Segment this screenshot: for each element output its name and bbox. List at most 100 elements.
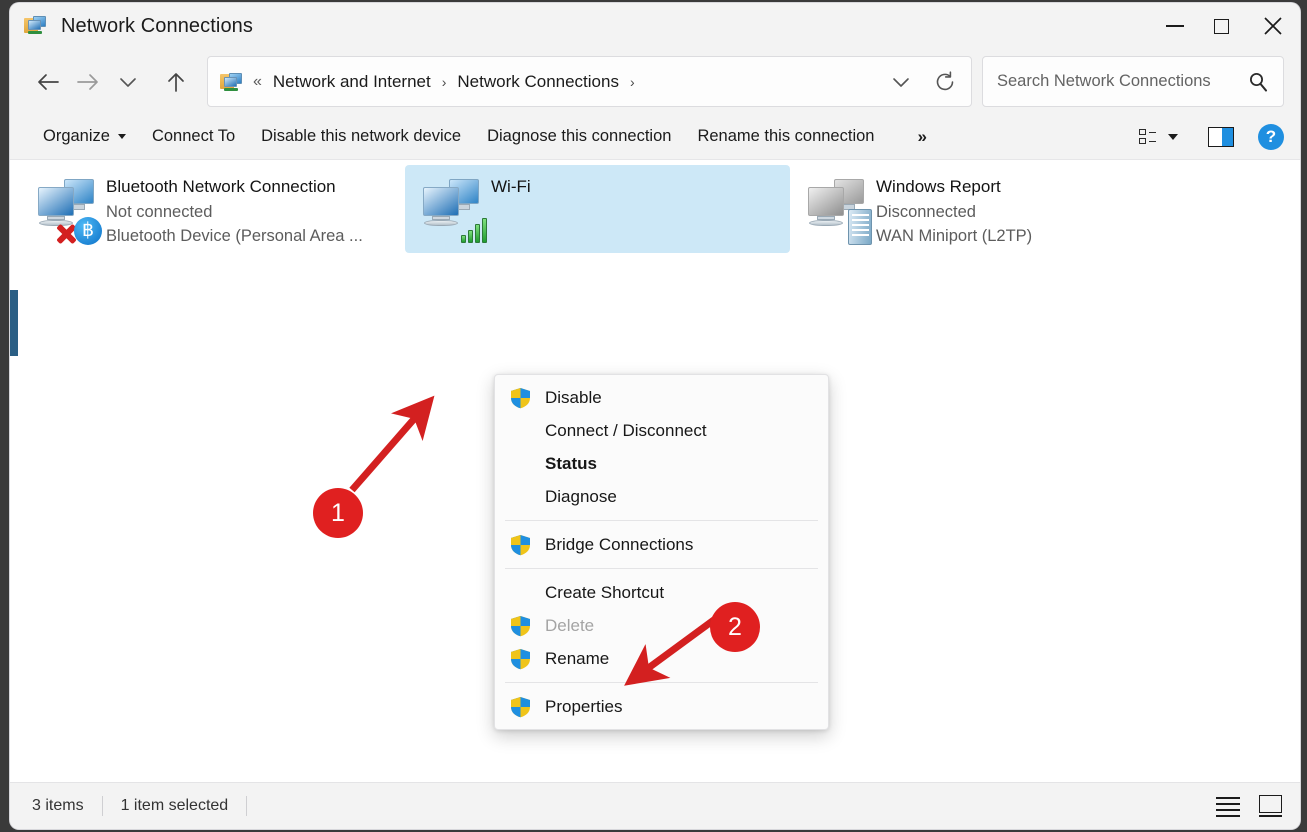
- chevron-down-icon: [120, 77, 136, 87]
- breadcrumb-network-connections[interactable]: Network Connections: [455, 68, 621, 96]
- shield-icon: [509, 387, 532, 409]
- context-menu-item-rename[interactable]: Rename: [495, 642, 828, 675]
- context-menu-item-connect-disconnect[interactable]: Connect / Disconnect: [495, 414, 828, 447]
- navigation-bar: « Network and Internet › Network Connect…: [10, 49, 1300, 114]
- recent-locations-button[interactable]: [108, 64, 148, 100]
- status-bar: 3 items 1 item selected: [10, 782, 1300, 829]
- shield-placeholder: [509, 453, 532, 475]
- context-menu-label: Rename: [545, 648, 610, 668]
- close-button[interactable]: [1245, 3, 1300, 49]
- status-bar-view-buttons: [1216, 795, 1284, 817]
- status-divider: [246, 796, 248, 816]
- signal-bars-badge-icon: [461, 213, 495, 243]
- preview-pane-icon: [1209, 127, 1222, 146]
- list-item-text: Bluetooth Network Connection Not connect…: [106, 173, 363, 251]
- shield-icon: [509, 648, 532, 670]
- disable-device-label: Disable this network device: [261, 127, 462, 145]
- breadcrumb-chevron-2[interactable]: ›: [630, 74, 635, 90]
- minimize-button[interactable]: [1151, 3, 1198, 49]
- context-menu-separator: [505, 682, 818, 683]
- help-icon: ?: [1265, 126, 1277, 146]
- bluetooth-badge-icon: ฿: [74, 217, 102, 245]
- large-icons-view-icon[interactable]: [1258, 795, 1284, 817]
- shield-placeholder: [509, 420, 532, 442]
- context-menu-label: Delete: [545, 615, 595, 635]
- context-menu-label: Diagnose: [545, 486, 617, 506]
- context-menu-item-delete: Delete: [495, 609, 828, 642]
- connect-to-button[interactable]: Connect To: [139, 121, 248, 152]
- network-connections-icon: [220, 70, 244, 94]
- view-options-icon: [1139, 129, 1158, 144]
- refresh-button[interactable]: [923, 60, 967, 104]
- disable-device-button[interactable]: Disable this network device: [248, 121, 474, 152]
- context-menu-item-disable[interactable]: Disable: [495, 381, 828, 414]
- chevron-down-icon: [1168, 133, 1178, 140]
- rename-connection-label: Rename this connection: [697, 127, 875, 145]
- connection-name: Bluetooth Network Connection: [106, 177, 336, 196]
- file-list-area[interactable]: ฿ Bluetooth Network Connection Not conne…: [10, 160, 1300, 782]
- breadcrumb-network-and-internet[interactable]: Network and Internet: [271, 68, 433, 96]
- command-bar: Organize Connect To Disable this network…: [10, 114, 1300, 160]
- context-menu-separator: [505, 568, 818, 569]
- up-button[interactable]: [156, 64, 196, 100]
- details-view-icon[interactable]: [1216, 796, 1242, 817]
- connection-name: Wi-Fi: [491, 177, 531, 196]
- list-item-windows-report[interactable]: Windows Report Disconnected WAN Miniport…: [790, 165, 1175, 253]
- context-menu[interactable]: Disable Connect / Disconnect Status Diag…: [494, 374, 829, 730]
- context-menu-label: Connect / Disconnect: [545, 420, 707, 440]
- annotation-arrow-1: [349, 395, 435, 493]
- connect-to-label: Connect To: [151, 127, 236, 145]
- context-menu-label: Create Shortcut: [545, 582, 665, 602]
- context-menu-item-create-shortcut[interactable]: Create Shortcut: [495, 576, 828, 609]
- list-item-wi-fi[interactable]: Wi-Fi: [405, 165, 790, 253]
- command-overflow-button[interactable]: »: [903, 121, 940, 153]
- context-menu-item-properties[interactable]: Properties: [495, 690, 828, 723]
- connection-status: Not connected: [106, 203, 213, 221]
- context-menu-label: Properties: [545, 696, 623, 716]
- shield-icon: [509, 696, 532, 718]
- organize-button[interactable]: Organize: [30, 121, 139, 152]
- context-menu-item-bridge-connections[interactable]: Bridge Connections: [495, 528, 828, 561]
- annotation-badge-1: 1: [313, 488, 363, 538]
- back-button[interactable]: [28, 64, 68, 100]
- back-arrow-icon: [38, 73, 59, 90]
- context-menu-separator: [505, 520, 818, 521]
- network-connections-icon: [24, 13, 50, 39]
- connection-status: Disconnected: [876, 203, 976, 221]
- maximize-icon: [1214, 18, 1229, 34]
- network-adapter-icon: [415, 173, 491, 245]
- list-item-text: Windows Report Disconnected WAN Miniport…: [876, 173, 1032, 251]
- list-item-bluetooth-network-connection[interactable]: ฿ Bluetooth Network Connection Not conne…: [20, 165, 405, 253]
- breadcrumb-chevron-1[interactable]: ›: [442, 74, 447, 90]
- chevron-down-icon: [893, 77, 909, 87]
- maximize-button[interactable]: [1198, 3, 1245, 49]
- window-title: Network Connections: [61, 14, 253, 37]
- selection-status: 1 item selected: [120, 797, 229, 814]
- search-input[interactable]: [997, 72, 1247, 91]
- search-icon[interactable]: [1247, 71, 1269, 93]
- network-adapter-icon: [800, 173, 876, 245]
- item-count: 3 items: [32, 797, 84, 814]
- address-history-button[interactable]: [879, 60, 923, 104]
- preview-pane-button[interactable]: [1208, 126, 1234, 147]
- minimize-icon: [1165, 25, 1184, 27]
- chevron-down-icon: [117, 134, 126, 139]
- view-options-button[interactable]: [1131, 123, 1186, 150]
- diagnose-connection-button[interactable]: Diagnose this connection: [474, 121, 684, 152]
- shield-placeholder: [509, 582, 532, 604]
- title-bar: Network Connections: [10, 3, 1300, 49]
- help-button[interactable]: ?: [1258, 123, 1284, 150]
- connection-device: WAN Miniport (L2TP): [876, 227, 1033, 245]
- navigation-pane-edge: [10, 290, 18, 356]
- search-box[interactable]: [982, 56, 1284, 107]
- forward-button[interactable]: [68, 64, 108, 100]
- shield-placeholder: [509, 486, 532, 508]
- breadcrumb-overflow[interactable]: «: [253, 73, 262, 91]
- refresh-icon: [936, 70, 954, 90]
- context-menu-item-diagnose[interactable]: Diagnose: [495, 480, 828, 513]
- network-connections-window: Network Connections « Network and Intern…: [10, 3, 1300, 829]
- context-menu-item-status[interactable]: Status: [495, 447, 828, 480]
- rename-connection-button[interactable]: Rename this connection: [684, 121, 887, 152]
- address-bar[interactable]: « Network and Internet › Network Connect…: [207, 56, 972, 107]
- context-menu-label: Disable: [545, 387, 602, 407]
